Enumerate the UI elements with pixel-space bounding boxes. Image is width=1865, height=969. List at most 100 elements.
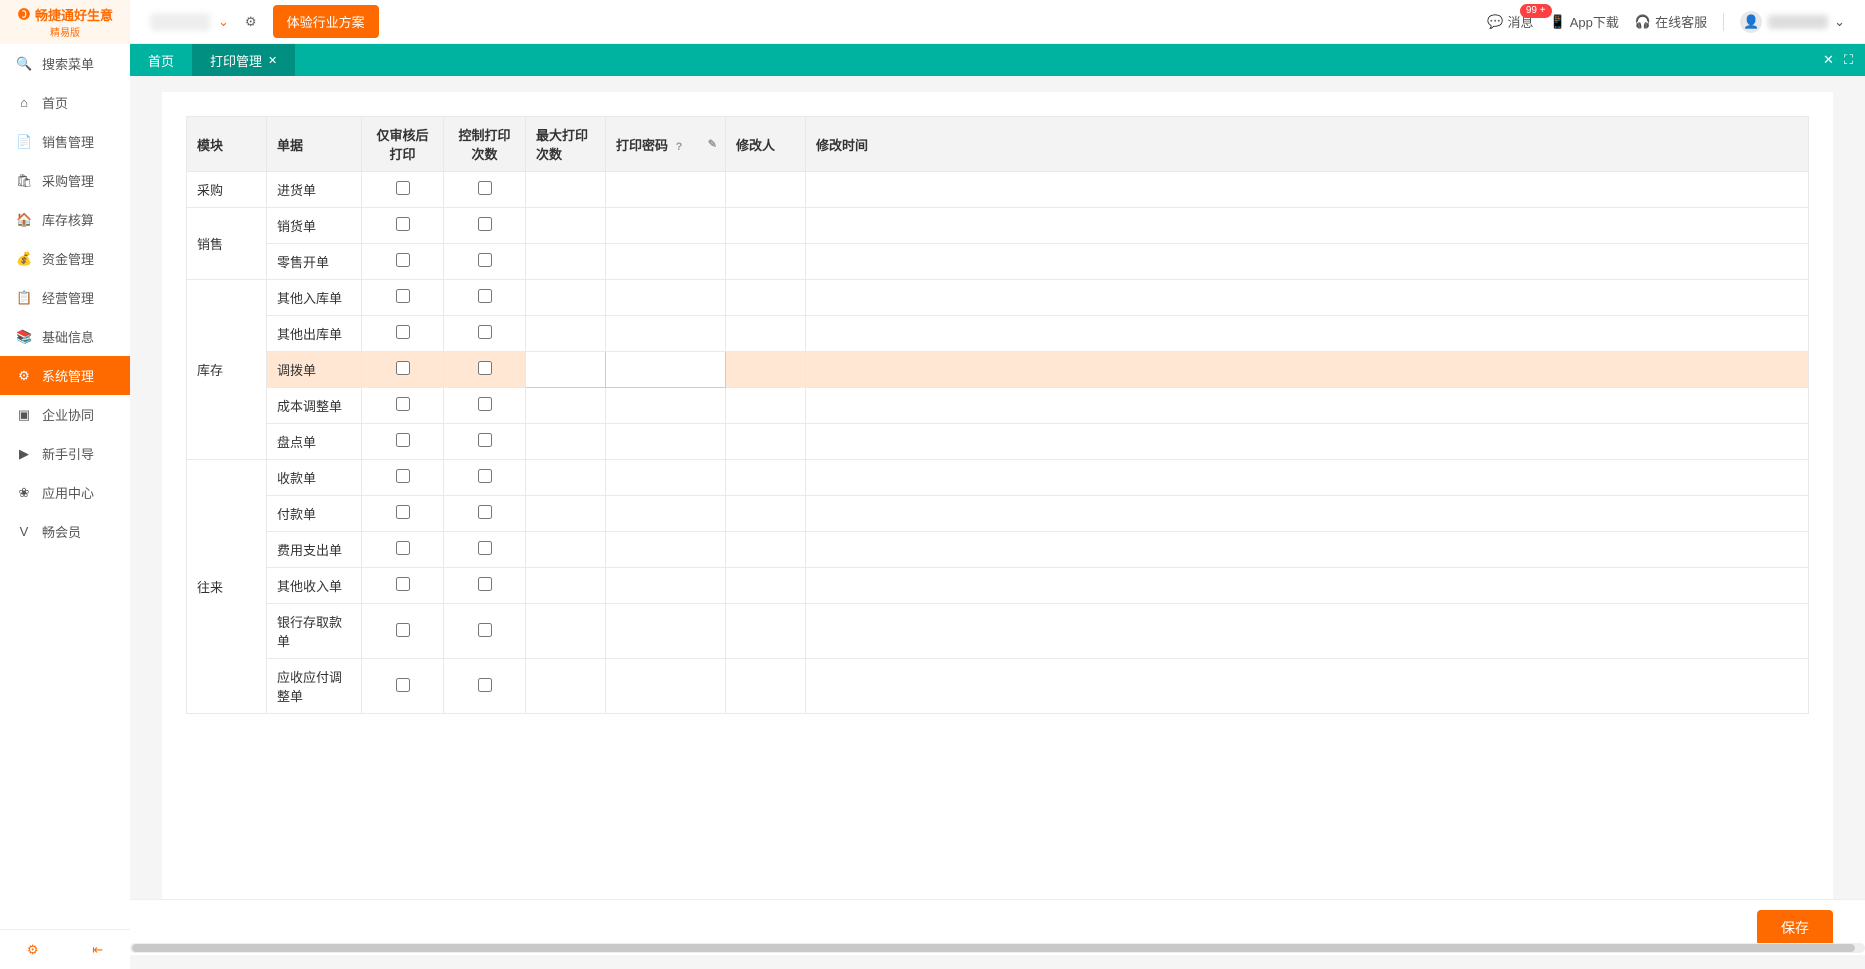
th-mod-time: 修改时间 bbox=[806, 117, 1809, 172]
checkbox-audit-only[interactable] bbox=[396, 678, 410, 692]
help-icon[interactable]: ? bbox=[676, 141, 683, 153]
sidebar-label: 经营管理 bbox=[42, 288, 94, 307]
horizontal-scrollbar[interactable] bbox=[130, 943, 1865, 953]
save-button[interactable]: 保存 bbox=[1757, 910, 1833, 946]
sidebar-item-10[interactable]: ▶ 新手引导 bbox=[0, 434, 130, 473]
app-download-button[interactable]: 📱 App下载 bbox=[1550, 12, 1619, 31]
cell-mod-time bbox=[806, 244, 1809, 280]
cell-doc: 销货单 bbox=[267, 208, 362, 244]
gear-icon[interactable]: ⚙ bbox=[245, 14, 257, 30]
cell-ctrl-count bbox=[444, 460, 526, 496]
sidebar-item-4[interactable]: 🏠库存核算 bbox=[0, 200, 130, 239]
cell-max-count[interactable] bbox=[526, 352, 606, 388]
checkbox-ctrl-count[interactable] bbox=[478, 289, 492, 303]
cell-max-count bbox=[526, 604, 606, 659]
checkbox-audit-only[interactable] bbox=[396, 217, 410, 231]
checkbox-ctrl-count[interactable] bbox=[478, 181, 492, 195]
cell-audit-only bbox=[362, 496, 444, 532]
tab-0[interactable]: 首页 bbox=[130, 44, 192, 76]
cell-doc: 其他入库单 bbox=[267, 280, 362, 316]
checkbox-ctrl-count[interactable] bbox=[478, 253, 492, 267]
checkbox-ctrl-count[interactable] bbox=[478, 397, 492, 411]
checkbox-audit-only[interactable] bbox=[396, 623, 410, 637]
cell-doc: 调拨单 bbox=[267, 352, 362, 388]
sidebar-label: 采购管理 bbox=[42, 171, 94, 190]
cell-doc: 费用支出单 bbox=[267, 532, 362, 568]
sidebar-item-1[interactable]: ⌂首页 bbox=[0, 83, 130, 122]
checkbox-audit-only[interactable] bbox=[396, 541, 410, 555]
checkbox-ctrl-count[interactable] bbox=[478, 361, 492, 375]
checkbox-ctrl-count[interactable] bbox=[478, 505, 492, 519]
headset-icon: 🎧 bbox=[1635, 14, 1651, 30]
tab-close-icon[interactable]: ✕ bbox=[268, 54, 277, 67]
app-header: 畅捷通好生意 精易版 ⌄ ⚙ 体验行业方案 💬 消息 99 + 📱 App下载 … bbox=[0, 0, 1865, 44]
cell-modifier bbox=[726, 316, 806, 352]
edit-icon[interactable]: ✎ bbox=[708, 138, 717, 151]
sidebar-item-3[interactable]: 🛍采购管理 bbox=[0, 161, 130, 200]
checkbox-ctrl-count[interactable] bbox=[478, 433, 492, 447]
sidebar-icon: 🏠 bbox=[16, 212, 32, 228]
tab-1[interactable]: 打印管理 ✕ bbox=[192, 44, 295, 76]
tabs-actions: ✕ ⛶ bbox=[1823, 44, 1865, 76]
cell-doc: 收款单 bbox=[267, 460, 362, 496]
cell-modifier bbox=[726, 460, 806, 496]
cell-password bbox=[606, 424, 726, 460]
sidebar-icon: ▶ bbox=[16, 446, 32, 462]
chevron-down-icon: ⌄ bbox=[218, 14, 229, 30]
sidebar-item-12[interactable]: V畅会员 bbox=[0, 512, 130, 551]
checkbox-ctrl-count[interactable] bbox=[478, 469, 492, 483]
checkbox-audit-only[interactable] bbox=[396, 505, 410, 519]
checkbox-ctrl-count[interactable] bbox=[478, 325, 492, 339]
online-service-button[interactable]: 🎧 在线客服 bbox=[1635, 12, 1707, 31]
checkbox-ctrl-count[interactable] bbox=[478, 217, 492, 231]
cell-modifier bbox=[726, 352, 806, 388]
collapse-icon[interactable]: ⇤ bbox=[92, 942, 103, 958]
sidebar-item-8[interactable]: ⚙系统管理 bbox=[0, 356, 130, 395]
cell-module: 往来 bbox=[187, 460, 267, 714]
user-menu[interactable]: 👤 ⌄ bbox=[1740, 11, 1845, 33]
checkbox-audit-only[interactable] bbox=[396, 253, 410, 267]
sidebar-item-9[interactable]: ▣企业协同 bbox=[0, 395, 130, 434]
tab-label: 打印管理 bbox=[210, 51, 262, 70]
checkbox-audit-only[interactable] bbox=[396, 469, 410, 483]
checkbox-ctrl-count[interactable] bbox=[478, 678, 492, 692]
user-name-blurred bbox=[1768, 15, 1828, 29]
sidebar-item-0[interactable]: 🔍搜索菜单 bbox=[0, 44, 130, 83]
cell-ctrl-count bbox=[444, 388, 526, 424]
sidebar-label: 系统管理 bbox=[42, 366, 94, 385]
close-all-tabs-icon[interactable]: ✕ bbox=[1823, 52, 1834, 68]
cell-mod-time bbox=[806, 208, 1809, 244]
sidebar-item-2[interactable]: 📄销售管理 bbox=[0, 122, 130, 161]
cell-mod-time bbox=[806, 172, 1809, 208]
checkbox-audit-only[interactable] bbox=[396, 577, 410, 591]
checkbox-audit-only[interactable] bbox=[396, 361, 410, 375]
industry-solution-button[interactable]: 体验行业方案 bbox=[273, 5, 379, 38]
cell-password[interactable] bbox=[606, 352, 726, 388]
sidebar-icon: 🔍 bbox=[16, 56, 32, 72]
checkbox-ctrl-count[interactable] bbox=[478, 623, 492, 637]
org-selector[interactable]: ⌄ ⚙ bbox=[150, 13, 257, 31]
checkbox-audit-only[interactable] bbox=[396, 325, 410, 339]
cell-password bbox=[606, 172, 726, 208]
table-row: 库存其他入库单 bbox=[187, 280, 1809, 316]
sidebar-icon: ⌂ bbox=[16, 95, 32, 110]
sidebar-item-6[interactable]: 📋经营管理 bbox=[0, 278, 130, 317]
checkbox-ctrl-count[interactable] bbox=[478, 577, 492, 591]
table-row: 费用支出单 bbox=[187, 532, 1809, 568]
cell-mod-time bbox=[806, 460, 1809, 496]
cell-ctrl-count bbox=[444, 496, 526, 532]
checkbox-audit-only[interactable] bbox=[396, 397, 410, 411]
settings-icon[interactable]: ⚙ bbox=[27, 942, 39, 958]
sidebar-label: 新手引导 bbox=[42, 444, 94, 463]
sidebar-item-5[interactable]: 💰资金管理 bbox=[0, 239, 130, 278]
sidebar-item-11[interactable]: ❀应用中心 bbox=[0, 473, 130, 512]
messages-button[interactable]: 💬 消息 99 + bbox=[1487, 12, 1533, 31]
sidebar-item-7[interactable]: 📚基础信息 bbox=[0, 317, 130, 356]
checkbox-audit-only[interactable] bbox=[396, 289, 410, 303]
checkbox-audit-only[interactable] bbox=[396, 181, 410, 195]
checkbox-audit-only[interactable] bbox=[396, 433, 410, 447]
checkbox-ctrl-count[interactable] bbox=[478, 541, 492, 555]
cell-doc: 盘点单 bbox=[267, 424, 362, 460]
cell-mod-time bbox=[806, 280, 1809, 316]
fullscreen-icon[interactable]: ⛶ bbox=[1844, 52, 1853, 68]
